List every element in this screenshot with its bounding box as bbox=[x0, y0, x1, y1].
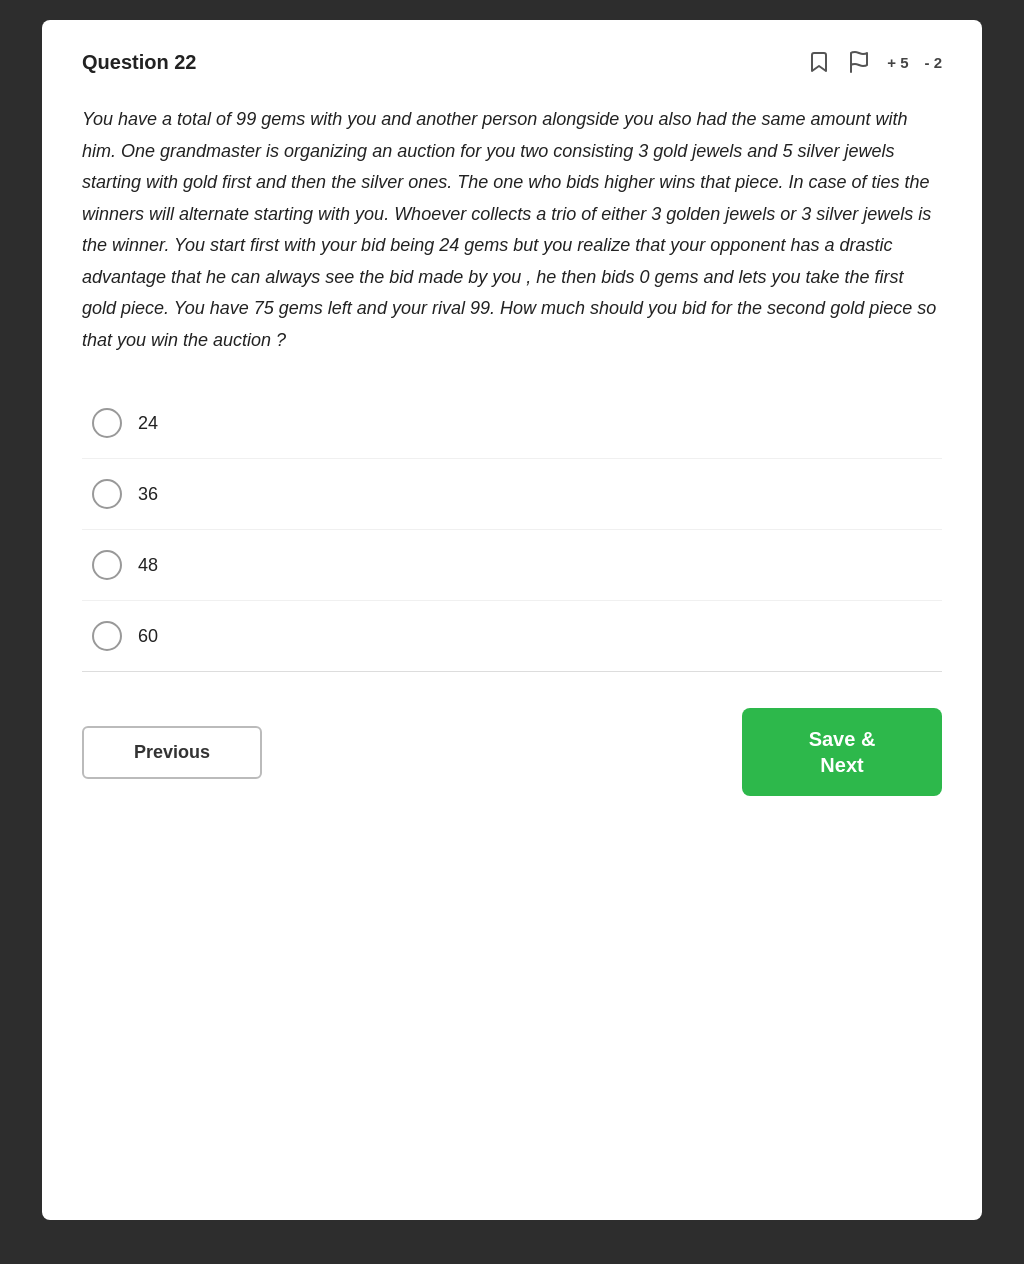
option-item-48[interactable]: 48 bbox=[82, 530, 942, 601]
options-container: 24 36 48 60 bbox=[82, 388, 942, 672]
question-text: You have a total of 99 gems with you and… bbox=[82, 104, 942, 356]
option-item-24[interactable]: 24 bbox=[82, 388, 942, 459]
option-label-36: 36 bbox=[138, 484, 158, 505]
question-card: Question 22 + 5 - 2 You have a total of … bbox=[42, 20, 982, 1220]
previous-button[interactable]: Previous bbox=[82, 726, 262, 779]
option-label-60: 60 bbox=[138, 626, 158, 647]
flag-icon[interactable] bbox=[847, 50, 871, 74]
save-next-button[interactable]: Save &Next bbox=[742, 708, 942, 796]
score-negative: - 2 bbox=[924, 54, 942, 71]
question-label: Question 22 bbox=[82, 51, 196, 74]
bookmark-icon[interactable] bbox=[807, 50, 831, 74]
header-icons: + 5 - 2 bbox=[807, 50, 942, 74]
option-item-36[interactable]: 36 bbox=[82, 459, 942, 530]
radio-option-24[interactable] bbox=[92, 408, 122, 438]
score-positive: + 5 bbox=[887, 54, 908, 71]
radio-option-60[interactable] bbox=[92, 621, 122, 651]
radio-option-48[interactable] bbox=[92, 550, 122, 580]
option-label-24: 24 bbox=[138, 413, 158, 434]
option-label-48: 48 bbox=[138, 555, 158, 576]
footer-buttons: Previous Save &Next bbox=[82, 708, 942, 796]
radio-option-36[interactable] bbox=[92, 479, 122, 509]
question-header: Question 22 + 5 - 2 bbox=[82, 50, 942, 74]
option-item-60[interactable]: 60 bbox=[82, 601, 942, 672]
